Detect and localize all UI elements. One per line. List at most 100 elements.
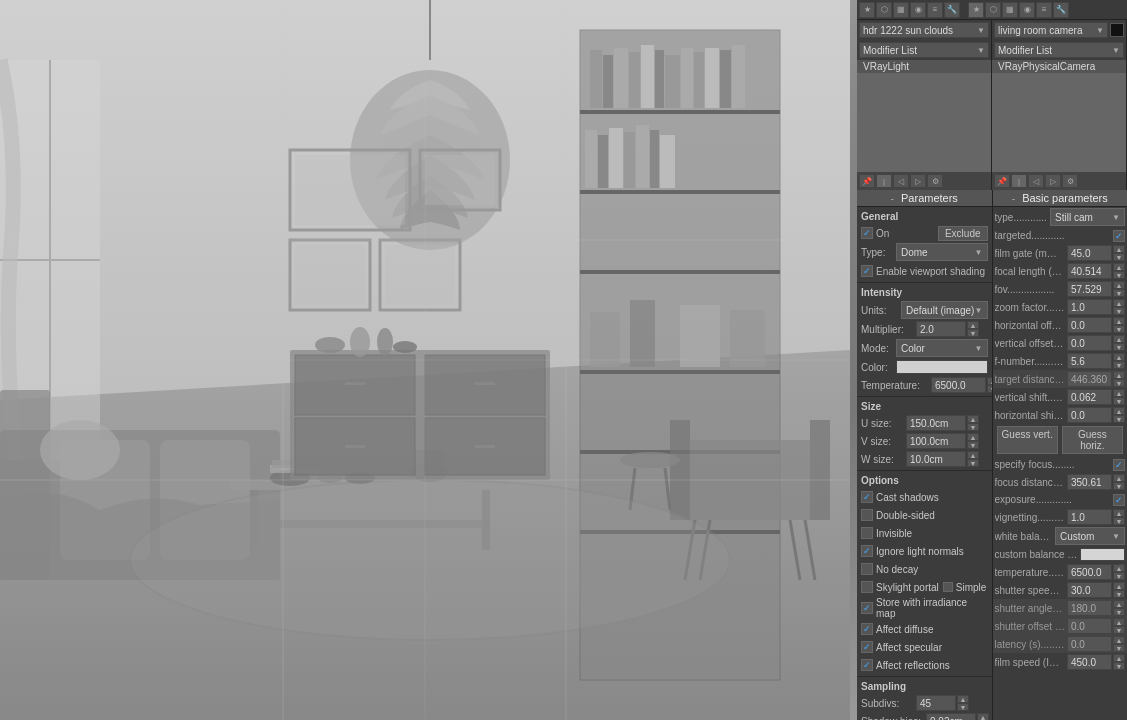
toolbar-star-icon[interactable]: ★	[859, 2, 875, 18]
subdivs-down[interactable]: ▼	[957, 703, 969, 711]
store-irradiance-label[interactable]: ✓ Store with irradiance map	[861, 597, 988, 619]
vignetting-up[interactable]: ▲	[1113, 509, 1125, 517]
shutter-speed-input[interactable]	[1067, 582, 1112, 598]
focal-length-down[interactable]: ▼	[1113, 271, 1125, 279]
temperature-input[interactable]	[931, 377, 986, 393]
exclude-button[interactable]: Exclude	[938, 226, 988, 241]
horiz-offset-up[interactable]: ▲	[1113, 317, 1125, 325]
u-size-input[interactable]	[906, 415, 966, 431]
zoom-factor-down[interactable]: ▼	[1113, 307, 1125, 315]
shutter-offset-up[interactable]: ▲	[1113, 618, 1125, 626]
params-scroll-area[interactable]: General ✓ On Exclude Type: Dome ▼	[857, 207, 992, 720]
vraycam-modifier-dropdown[interactable]: Modifier List ▼	[994, 42, 1124, 58]
shadow-bias-input[interactable]	[926, 713, 976, 720]
vert-shift-down[interactable]: ▼	[1113, 397, 1125, 405]
exposure-checkbox[interactable]: ✓	[1113, 494, 1125, 506]
double-sided-label[interactable]: Double-sided	[861, 509, 935, 521]
film-speed-up[interactable]: ▲	[1113, 654, 1125, 662]
cam-temperature-down[interactable]: ▼	[1113, 572, 1125, 580]
vignetting-down[interactable]: ▼	[1113, 517, 1125, 525]
ignore-normals-checkbox[interactable]: ✓	[861, 545, 873, 557]
affect-specular-checkbox[interactable]: ✓	[861, 641, 873, 653]
cast-shadows-checkbox[interactable]: ✓	[861, 491, 873, 503]
affect-diffuse-checkbox[interactable]: ✓	[861, 623, 873, 635]
zoom-factor-input[interactable]	[1067, 299, 1112, 315]
targeted-checkbox[interactable]: ✓	[1113, 230, 1125, 242]
invisible-label[interactable]: Invisible	[861, 527, 912, 539]
vraycam-dropdown[interactable]: living room camera ▼	[994, 22, 1108, 38]
toolbar-star2-icon[interactable]: ★	[968, 2, 984, 18]
shadow-bias-up[interactable]: ▲	[977, 713, 989, 720]
invisible-checkbox[interactable]	[861, 527, 873, 539]
affect-reflections-label[interactable]: ✓ Affect reflections	[861, 659, 950, 671]
no-decay-checkbox[interactable]	[861, 563, 873, 575]
subdivs-up[interactable]: ▲	[957, 695, 969, 703]
multiplier-down[interactable]: ▼	[967, 329, 979, 337]
cam-temperature-up[interactable]: ▲	[1113, 564, 1125, 572]
vraycam-tool-next[interactable]: ▷	[1045, 174, 1061, 188]
vert-offset-up[interactable]: ▲	[1113, 335, 1125, 343]
units-dropdown[interactable]: Default (image) ▼	[901, 301, 988, 319]
affect-diffuse-label[interactable]: ✓ Affect diffuse	[861, 623, 933, 635]
vert-offset-down[interactable]: ▼	[1113, 343, 1125, 351]
film-gate-input[interactable]	[1067, 245, 1112, 261]
focal-length-input[interactable]	[1067, 263, 1112, 279]
basic-params-scroll[interactable]: type............ Still cam ▼ targeted...…	[993, 207, 1128, 720]
shutter-angle-input[interactable]	[1067, 600, 1112, 616]
shutter-speed-down[interactable]: ▼	[1113, 590, 1125, 598]
toolbar-hex-icon[interactable]: ⬡	[876, 2, 892, 18]
shutter-speed-up[interactable]: ▲	[1113, 582, 1125, 590]
vraylight-tool-pin[interactable]: 📌	[859, 174, 875, 188]
focus-dist-down[interactable]: ▼	[1113, 482, 1125, 490]
simple-checkbox[interactable]	[943, 582, 953, 592]
vraycam-tool-prev[interactable]: ◁	[1028, 174, 1044, 188]
multiplier-input[interactable]	[916, 321, 966, 337]
horiz-shift-up[interactable]: ▲	[1113, 407, 1125, 415]
ignore-normals-label[interactable]: ✓ Ignore light normals	[861, 545, 964, 557]
cast-shadows-label[interactable]: ✓ Cast shadows	[861, 491, 939, 503]
color-swatch[interactable]	[896, 360, 988, 374]
u-size-up[interactable]: ▲	[967, 415, 979, 423]
target-dist-input[interactable]	[1067, 371, 1112, 387]
temperature-up[interactable]: ▲	[987, 377, 992, 385]
toolbar-circle-icon[interactable]: ◉	[910, 2, 926, 18]
focus-dist-up[interactable]: ▲	[1113, 474, 1125, 482]
latency-input[interactable]	[1067, 636, 1112, 652]
temperature-down[interactable]: ▼	[987, 385, 992, 393]
target-dist-down[interactable]: ▼	[1113, 379, 1125, 387]
latency-down[interactable]: ▼	[1113, 644, 1125, 652]
f-number-up[interactable]: ▲	[1113, 353, 1125, 361]
specify-focus-checkbox[interactable]: ✓	[1113, 459, 1125, 471]
w-size-up[interactable]: ▲	[967, 451, 979, 459]
skylight-checkbox[interactable]	[861, 581, 873, 593]
f-number-down[interactable]: ▼	[1113, 361, 1125, 369]
affect-specular-label[interactable]: ✓ Affect specular	[861, 641, 942, 653]
subdivs-input[interactable]	[916, 695, 956, 711]
latency-up[interactable]: ▲	[1113, 636, 1125, 644]
double-sided-checkbox[interactable]	[861, 509, 873, 521]
horiz-offset-down[interactable]: ▼	[1113, 325, 1125, 333]
vraylight-tool-settings[interactable]: ⚙	[927, 174, 943, 188]
toolbar-list2-icon[interactable]: ≡	[1036, 2, 1052, 18]
affect-reflections-checkbox[interactable]: ✓	[861, 659, 873, 671]
vraycam-tool-pin[interactable]: 📌	[994, 174, 1010, 188]
white-balance-dropdown[interactable]: Custom ▼	[1055, 527, 1125, 545]
focus-dist-input[interactable]	[1067, 474, 1112, 490]
guess-vert-button[interactable]: Guess vert.	[997, 426, 1058, 454]
zoom-factor-up[interactable]: ▲	[1113, 299, 1125, 307]
shutter-offset-input[interactable]	[1067, 618, 1112, 634]
viewport-area[interactable]	[0, 0, 857, 720]
u-size-down[interactable]: ▼	[967, 423, 979, 431]
cam-temperature-input[interactable]	[1067, 564, 1112, 580]
toolbar-circle2-icon[interactable]: ◉	[1019, 2, 1035, 18]
fov-down[interactable]: ▼	[1113, 289, 1125, 297]
toolbar-hex2-icon[interactable]: ⬡	[985, 2, 1001, 18]
horiz-offset-input[interactable]	[1067, 317, 1112, 333]
fov-up[interactable]: ▲	[1113, 281, 1125, 289]
multiplier-up[interactable]: ▲	[967, 321, 979, 329]
mode-dropdown[interactable]: Color ▼	[896, 339, 988, 357]
vraylight-dropdown[interactable]: hdr 1222 sun clouds ▼	[859, 22, 989, 38]
vraycam-tool-settings[interactable]: ⚙	[1062, 174, 1078, 188]
shutter-angle-down[interactable]: ▼	[1113, 608, 1125, 616]
vert-offset-input[interactable]	[1067, 335, 1112, 351]
